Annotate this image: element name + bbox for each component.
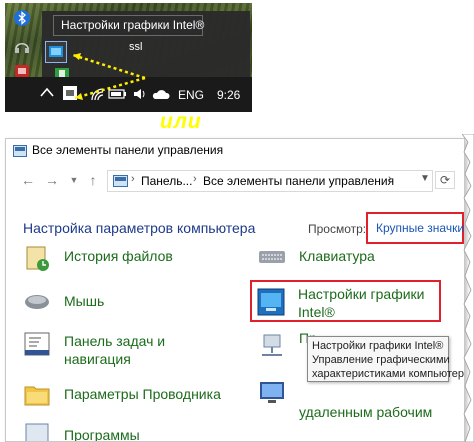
taskbar-navigation-link-line1[interactable]: Панель задач и [64, 332, 165, 350]
folder-options-icon[interactable] [23, 380, 51, 408]
network-icon[interactable] [258, 333, 286, 361]
title-bar: Все элементы панели управления [6, 139, 464, 163]
taskbar-screenshot: Настройки графики Intel® ssl ENG 9:26 [5, 3, 252, 112]
mouse-link[interactable]: Мышь [64, 292, 104, 310]
view-label: Просмотр: [308, 222, 367, 236]
view-mode-dropdown[interactable]: Крупные значки [376, 221, 464, 235]
control-panel-icon [13, 145, 27, 157]
intel-graphics-link-line1[interactable]: Настройки графики [298, 285, 425, 303]
control-panel-window: Все элементы панели управления ← → ▼ ↑ ›… [5, 138, 465, 442]
mouse-icon[interactable] [23, 288, 51, 316]
intel-graphics-icon[interactable] [257, 288, 285, 316]
programs-icon[interactable] [23, 421, 51, 442]
page-heading: Настройка параметров компьютера [23, 220, 256, 236]
navigation-bar: ← → ▼ ↑ › Панель... › Все элементы панел… [6, 167, 464, 193]
address-bar[interactable]: › Панель... › Все элементы панели управл… [107, 170, 433, 192]
programs-link[interactable]: Программы [64, 426, 140, 441]
breadcrumb-separator-icon[interactable]: › [388, 173, 392, 185]
breadcrumb-panel[interactable]: Панель... [141, 174, 192, 188]
torn-edge [462, 134, 474, 442]
keyboard-link[interactable]: Клавиатура [299, 247, 375, 265]
taskbar-navigation-link-line2[interactable]: навигация [64, 350, 131, 368]
file-history-link[interactable]: История файлов [64, 247, 173, 265]
keyboard-icon[interactable] [258, 243, 286, 271]
intel-item-tooltip: Настройки графики Intel® Управление граф… [307, 336, 465, 382]
file-history-icon[interactable] [23, 245, 51, 273]
remote-link[interactable]: удаленным рабочим [299, 403, 432, 421]
or-separator: или [160, 110, 202, 133]
breadcrumb-separator-icon[interactable]: › [131, 173, 135, 185]
breadcrumb-separator-icon[interactable]: › [193, 173, 197, 185]
annotation-arrows [72, 53, 146, 100]
tooltip-line1: Настройки графики Intel® [312, 340, 444, 352]
refresh-icon[interactable]: ⟳ [435, 171, 455, 189]
address-control-panel-icon [113, 175, 128, 187]
forward-arrow-icon[interactable]: → [44, 171, 60, 189]
tooltip-line3: характеристиками компьютер [312, 368, 465, 380]
intel-graphics-link-line2[interactable]: Intel® [298, 303, 335, 321]
recent-dropdown-icon[interactable]: ▼ [66, 171, 82, 189]
breadcrumb-all-items[interactable]: Все элементы панели управления [203, 174, 394, 188]
tooltip-line2: Управление графическими [312, 354, 450, 366]
window-title: Все элементы панели управления [32, 143, 224, 157]
explorer-options-link[interactable]: Параметры Проводника [64, 385, 221, 403]
taskbar-navigation-icon[interactable] [23, 330, 51, 358]
back-arrow-icon[interactable]: ← [20, 171, 36, 189]
remote-desktop-icon[interactable] [258, 379, 286, 407]
address-dropdown-icon[interactable]: ▼ [420, 173, 430, 184]
up-arrow-icon[interactable]: ↑ [85, 171, 101, 189]
